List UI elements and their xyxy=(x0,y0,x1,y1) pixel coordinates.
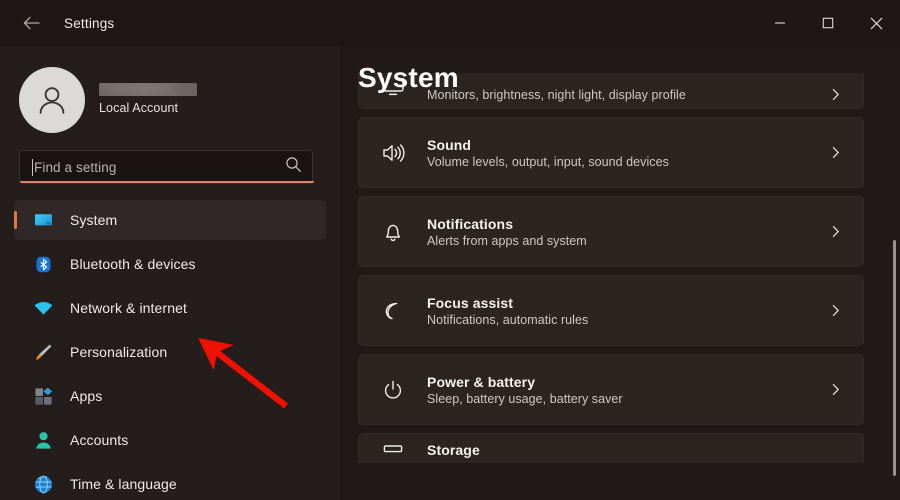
search-placeholder: Find a setting xyxy=(34,159,117,175)
power-icon xyxy=(381,378,411,402)
paintbrush-icon xyxy=(32,341,54,363)
settings-card-subtitle: Alerts from apps and system xyxy=(427,233,587,248)
sidebar-item-system[interactable]: System xyxy=(14,200,326,240)
chevron-right-icon xyxy=(828,87,843,102)
settings-card-title: Sound xyxy=(427,136,472,153)
search-input[interactable]: Find a setting xyxy=(19,150,314,184)
text-caret xyxy=(32,158,33,176)
settings-card-title: Notifications xyxy=(427,215,514,232)
title-bar: Settings xyxy=(0,0,900,46)
minimize-button[interactable] xyxy=(756,0,804,46)
content-scrollbar[interactable] xyxy=(893,240,896,476)
sidebar: Claremond Local Account Find a setting S… xyxy=(0,46,340,500)
monitor-icon xyxy=(32,209,54,231)
window-controls xyxy=(756,0,900,46)
bluetooth-icon xyxy=(32,253,54,275)
avatar xyxy=(19,67,85,133)
person-avatar-icon xyxy=(39,87,65,114)
settings-card-storage[interactable]: Storage xyxy=(358,433,864,463)
window-title: Settings xyxy=(64,15,115,31)
apps-blocks-icon xyxy=(32,385,54,407)
chevron-right-icon xyxy=(828,382,843,397)
settings-card-focus-assist[interactable]: Focus assist Notifications, automatic ru… xyxy=(358,275,864,346)
sidebar-item-label: Network & internet xyxy=(70,300,187,316)
settings-card-subtitle: Sleep, battery usage, battery saver xyxy=(427,391,623,406)
sidebar-item-label: Accounts xyxy=(70,432,129,448)
sidebar-item-apps[interactable]: Apps xyxy=(14,376,326,416)
page-title: System xyxy=(358,62,459,93)
settings-window: Settings Claremond Local Account Find a … xyxy=(0,0,900,500)
close-icon xyxy=(870,17,883,30)
sidebar-item-accounts[interactable]: Accounts xyxy=(14,420,326,460)
settings-card-subtitle: Volume levels, output, input, sound devi… xyxy=(427,154,669,169)
sidebar-nav: System Bluetooth & devices Network & int… xyxy=(0,200,340,500)
chevron-right-icon xyxy=(828,145,843,160)
chevron-right-icon xyxy=(828,303,843,318)
maximize-button[interactable] xyxy=(804,0,852,46)
account-section[interactable]: Claremond Local Account xyxy=(0,46,340,138)
speaker-icon xyxy=(381,141,411,165)
sidebar-item-label: System xyxy=(70,212,118,228)
sidebar-item-label: Personalization xyxy=(70,344,168,360)
person-icon xyxy=(32,429,54,451)
minimize-icon xyxy=(774,17,786,29)
sidebar-item-label: Time & language xyxy=(70,476,177,492)
settings-card-power-battery[interactable]: Power & battery Sleep, battery usage, ba… xyxy=(358,354,864,425)
settings-card-subtitle: Monitors, brightness, night light, displ… xyxy=(427,88,686,102)
sidebar-item-personalization[interactable]: Personalization xyxy=(14,332,326,372)
settings-card-title: Focus assist xyxy=(427,294,514,311)
account-name-redacted: Claremond xyxy=(99,83,197,96)
globe-icon xyxy=(32,473,54,495)
maximize-icon xyxy=(822,17,834,29)
back-button[interactable] xyxy=(10,7,52,39)
bell-icon xyxy=(381,220,411,244)
settings-card-title: Storage xyxy=(427,442,480,458)
sidebar-item-label: Apps xyxy=(70,388,103,404)
search-icon[interactable] xyxy=(285,156,302,178)
search-focus-underline xyxy=(20,181,314,183)
settings-card-list: Monitors, brightness, night light, displ… xyxy=(340,73,900,471)
sidebar-item-label: Bluetooth & devices xyxy=(70,256,196,272)
sidebar-item-bluetooth-devices[interactable]: Bluetooth & devices xyxy=(14,244,326,284)
close-button[interactable] xyxy=(852,0,900,46)
sidebar-item-time-language[interactable]: Time & language xyxy=(14,464,326,500)
content-pane: System Monitors, brightness, night light… xyxy=(340,46,900,500)
selection-accent-bar xyxy=(14,211,17,229)
moon-icon xyxy=(381,299,411,323)
wifi-icon xyxy=(32,297,54,319)
account-type-label: Local Account xyxy=(99,101,179,115)
chevron-right-icon xyxy=(828,224,843,239)
settings-card-title: Power & battery xyxy=(427,373,536,390)
settings-card-sound[interactable]: Sound Volume levels, output, input, soun… xyxy=(358,117,864,188)
settings-card-notifications[interactable]: Notifications Alerts from apps and syste… xyxy=(358,196,864,267)
search-container: Find a setting xyxy=(19,150,321,186)
back-arrow-icon xyxy=(23,16,40,30)
sidebar-item-network-internet[interactable]: Network & internet xyxy=(14,288,326,328)
storage-icon xyxy=(381,442,411,463)
settings-card-subtitle: Notifications, automatic rules xyxy=(427,312,589,327)
